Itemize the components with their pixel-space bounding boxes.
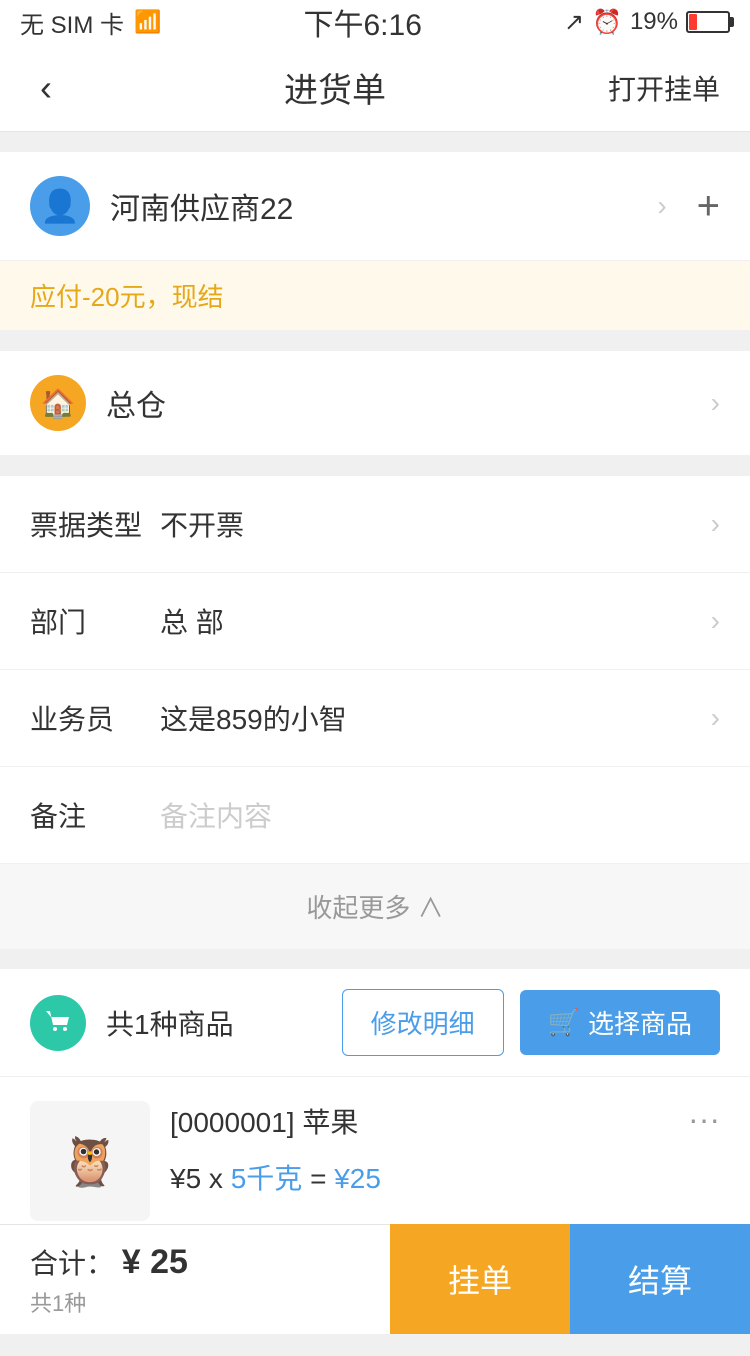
home-icon: 🏠 bbox=[41, 387, 76, 420]
location-icon: ↗ bbox=[564, 8, 584, 37]
supplier-alert: 应付-20元，现结 bbox=[0, 261, 750, 331]
department-value: 总 部 bbox=[160, 601, 711, 641]
battery-label: 19% bbox=[630, 8, 678, 36]
department-row[interactable]: 部门 总 部 › bbox=[0, 573, 750, 670]
section-divider-3 bbox=[0, 949, 750, 969]
warehouse-name: 总仓 bbox=[106, 381, 711, 425]
price-unit: ¥5 x bbox=[170, 1163, 231, 1194]
collapse-label: 收起更多 ∧ bbox=[306, 888, 443, 925]
total-label: 合计： bbox=[30, 1248, 114, 1279]
remark-row[interactable]: 备注 备注内容 bbox=[0, 767, 750, 864]
modify-detail-button[interactable]: 修改明细 bbox=[342, 989, 504, 1056]
nav-bar: ‹ 进货单 打开挂单 bbox=[0, 44, 750, 132]
footer: 合计： ¥ 25 共1种 挂单 结算 bbox=[0, 1224, 750, 1334]
pending-button[interactable]: 挂单 bbox=[390, 1224, 570, 1334]
section-divider-2 bbox=[0, 456, 750, 476]
footer-total: 合计： ¥ 25 共1种 bbox=[0, 1224, 390, 1334]
department-label: 部门 bbox=[30, 601, 160, 641]
salesperson-row[interactable]: 业务员 这是859的小智 › bbox=[0, 670, 750, 767]
product-name: [0000001] 苹果 bbox=[170, 1101, 668, 1141]
section-divider-1 bbox=[0, 331, 750, 351]
invoice-type-label: 票据类型 bbox=[30, 504, 160, 544]
product-section: 共1种商品 修改明细 🛒 选择商品 🦉 [0000001] 苹果 ¥5 x 5千… bbox=[0, 969, 750, 1246]
department-chevron-icon: › bbox=[711, 605, 720, 637]
supplier-name: 河南供应商22 bbox=[110, 184, 657, 228]
remark-label: 备注 bbox=[30, 795, 160, 835]
salesperson-value: 这是859的小智 bbox=[160, 698, 711, 738]
status-bar: 无 SIM 卡 📶 下午6:16 ↗ ⏰ 19% bbox=[0, 0, 750, 44]
checkout-button[interactable]: 结算 bbox=[570, 1224, 750, 1334]
add-button[interactable]: + bbox=[697, 184, 720, 229]
supplier-row[interactable]: 👤 河南供应商22 › + bbox=[0, 152, 750, 261]
warehouse-section: 🏠 总仓 › bbox=[0, 351, 750, 456]
product-info: [0000001] 苹果 ¥5 x 5千克 = ¥25 bbox=[170, 1101, 668, 1197]
status-right: ↗ ⏰ 19% bbox=[564, 8, 730, 37]
form-section: 票据类型 不开票 › 部门 总 部 › 业务员 这是859的小智 › 备注 备注… bbox=[0, 476, 750, 949]
select-label: 选择商品 bbox=[588, 1004, 692, 1041]
status-left: 无 SIM 卡 📶 bbox=[20, 5, 161, 40]
carrier-label: 无 SIM 卡 bbox=[20, 5, 124, 40]
remark-input[interactable]: 备注内容 bbox=[160, 795, 720, 835]
select-icon: 🛒 bbox=[548, 1007, 580, 1038]
invoice-type-value: 不开票 bbox=[160, 504, 711, 544]
price-equals: = bbox=[310, 1163, 334, 1194]
supplier-chevron-icon: › bbox=[657, 190, 666, 222]
footer-total-sub: 共1种 bbox=[30, 1286, 360, 1318]
product-icon bbox=[30, 995, 86, 1051]
footer-total-main: 合计： ¥ 25 bbox=[30, 1242, 360, 1282]
cart-icon bbox=[42, 1007, 74, 1039]
product-more-button[interactable]: ··· bbox=[688, 1101, 720, 1138]
back-button[interactable]: ‹ bbox=[30, 57, 62, 119]
page-title: 进货单 bbox=[284, 63, 386, 112]
invoice-type-row[interactable]: 票据类型 不开票 › bbox=[0, 476, 750, 573]
product-count: 共1种商品 bbox=[106, 1003, 342, 1043]
select-product-button[interactable]: 🛒 选择商品 bbox=[520, 990, 720, 1055]
salesperson-label: 业务员 bbox=[30, 698, 160, 738]
product-price: ¥5 x 5千克 = ¥25 bbox=[170, 1157, 668, 1197]
price-quantity: 5千克 bbox=[231, 1163, 303, 1194]
product-item: 🦉 [0000001] 苹果 ¥5 x 5千克 = ¥25 ··· bbox=[0, 1077, 750, 1246]
product-thumbnail: 🦉 bbox=[30, 1101, 150, 1221]
supplier-section: 👤 河南供应商22 › + 应付-20元，现结 bbox=[0, 152, 750, 331]
product-owl-icon: 🦉 bbox=[60, 1133, 120, 1190]
supplier-avatar: 👤 bbox=[30, 176, 90, 236]
price-total: ¥25 bbox=[334, 1163, 381, 1194]
battery-icon bbox=[686, 11, 730, 33]
total-amount: ¥ 25 bbox=[122, 1243, 188, 1281]
salesperson-chevron-icon: › bbox=[711, 702, 720, 734]
open-pending-button[interactable]: 打开挂单 bbox=[608, 68, 720, 108]
warehouse-icon: 🏠 bbox=[30, 375, 86, 431]
product-header: 共1种商品 修改明细 🛒 选择商品 bbox=[0, 969, 750, 1077]
wifi-icon: 📶 bbox=[134, 9, 161, 35]
alarm-icon: ⏰ bbox=[592, 8, 622, 37]
invoice-type-chevron-icon: › bbox=[711, 508, 720, 540]
separator-top bbox=[0, 132, 750, 152]
status-time: 下午6:16 bbox=[303, 0, 421, 44]
product-code: [0000001] 苹果 bbox=[170, 1107, 358, 1138]
warehouse-row[interactable]: 🏠 总仓 › bbox=[0, 351, 750, 456]
user-icon: 👤 bbox=[40, 187, 80, 225]
warehouse-chevron-icon: › bbox=[711, 387, 720, 419]
collapse-row[interactable]: 收起更多 ∧ bbox=[0, 864, 750, 949]
